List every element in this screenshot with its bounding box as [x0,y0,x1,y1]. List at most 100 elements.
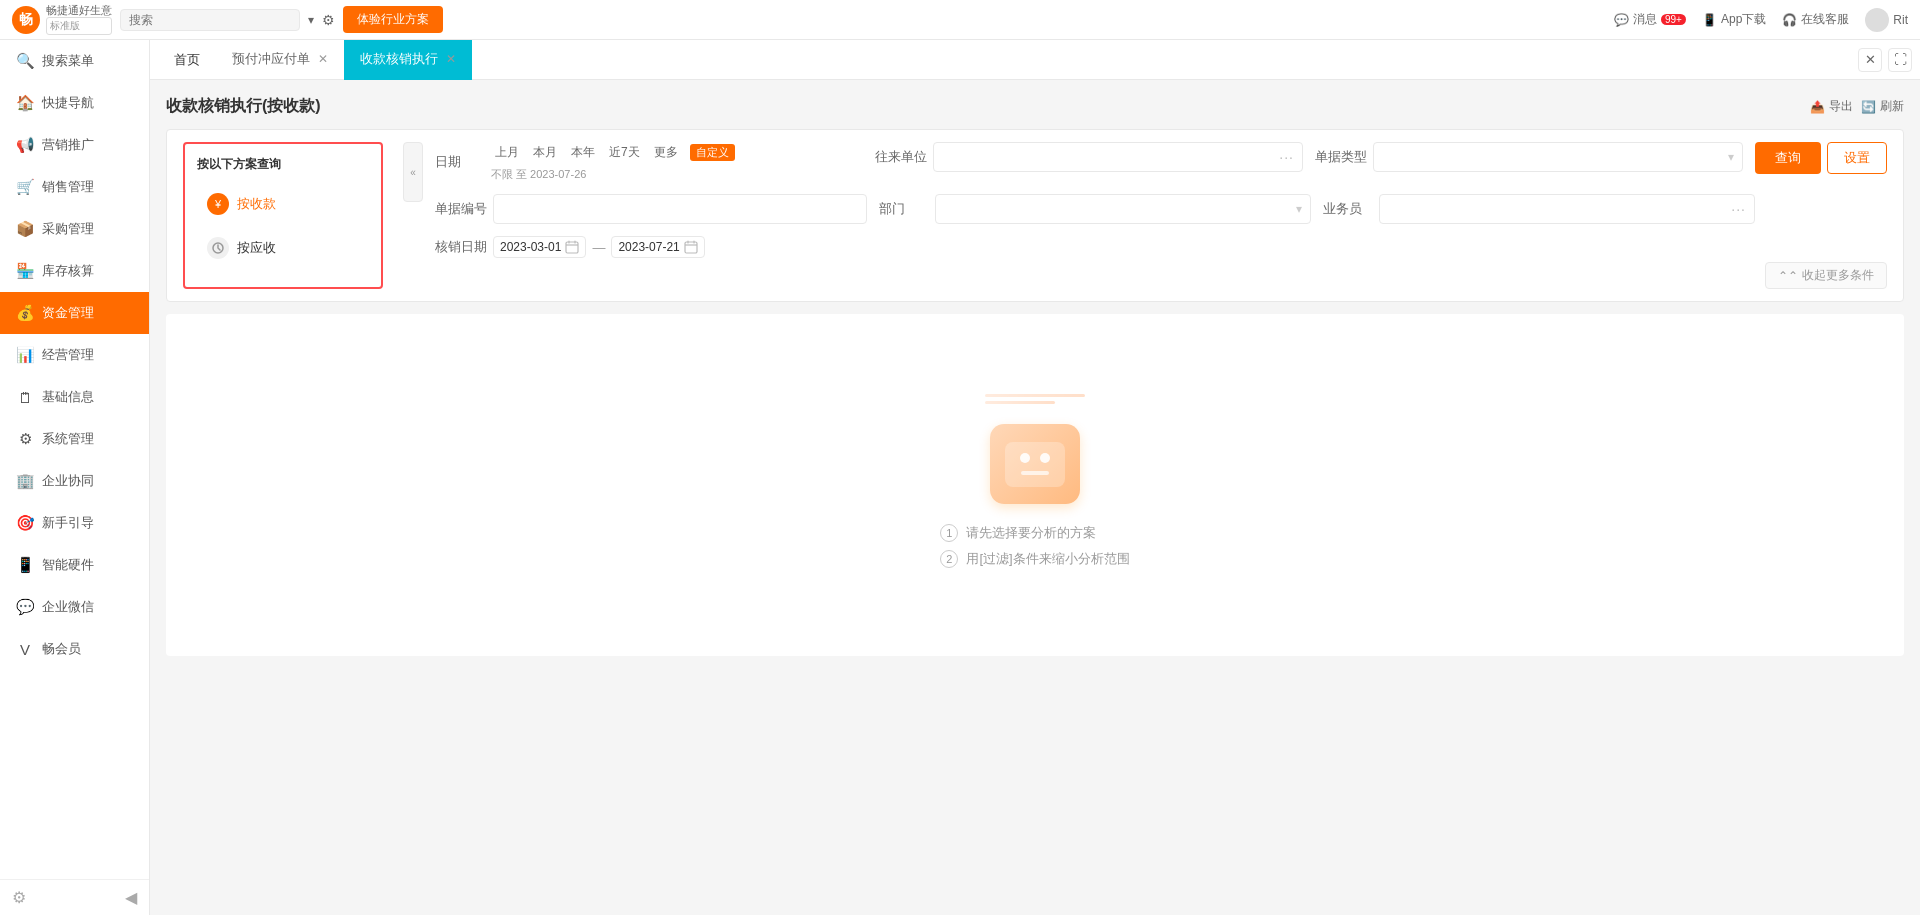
settings-gear-icon[interactable]: ⚙ [322,12,335,28]
calendar-start-icon [565,240,579,254]
search-button[interactable]: 查询 [1755,142,1821,174]
svg-rect-2 [685,242,697,253]
warehouse-icon: 🏪 [16,262,34,280]
tab-prepay[interactable]: 预付冲应付单 ✕ [216,40,344,80]
online-service-button[interactable]: 🎧 在线客服 [1782,11,1849,28]
setting-button[interactable]: 设置 [1827,142,1887,174]
search-dropdown-icon[interactable]: ▾ [308,13,314,27]
message-label: 消息 [1633,11,1657,28]
home-icon: 🏠 [16,94,34,112]
counterpart-dots-icon[interactable]: ··· [1271,149,1302,165]
filter-option-by-receivable[interactable]: 按应收 [197,229,369,267]
sidebar-item-smart-hw[interactable]: 📱 智能硬件 [0,544,149,586]
filter-layout: 按以下方案查询 ¥ 按收款 按应收 [183,142,1887,289]
sidebar-item-base-info[interactable]: 🗒 基础信息 [0,376,149,418]
filter-option-label: 按应收 [237,239,276,257]
sidebar-label: 智能硬件 [42,556,94,574]
robot-eye-left [1020,453,1030,463]
sidebar-item-sys-mgmt[interactable]: ⚙ 系统管理 [0,418,149,460]
building-icon: 🏢 [16,472,34,490]
document-icon: 🗒 [16,389,34,406]
salesperson-field: 业务员 ··· [1323,194,1755,224]
date-last-month[interactable]: 上月 [491,142,523,163]
search-input[interactable] [120,9,300,31]
sidebar-label: 新手引导 [42,514,94,532]
sidebar-item-marketing[interactable]: 📢 营销推广 [0,124,149,166]
industry-solution-button[interactable]: 体验行业方案 [343,6,443,33]
sidebar-label: 基础信息 [42,388,94,406]
vip-icon: V [16,641,34,658]
date-limit-text: 不限 至 2023-07-26 [491,167,735,182]
sidebar-item-member[interactable]: V 畅会员 [0,628,149,670]
department-select[interactable]: ▾ [935,194,1311,224]
logo-badge: 标准版 [46,17,112,35]
salesperson-dots-icon[interactable]: ··· [1723,201,1754,217]
chevron-down-icon: ▾ [1296,202,1302,216]
sidebar-label: 销售管理 [42,178,94,196]
doc-type-field: 单据类型 ▾ [1315,142,1743,172]
refresh-icon: 🔄 [1861,100,1876,114]
robot-mouth [1021,471,1049,475]
tab-writeoff-close-icon[interactable]: ✕ [446,52,456,66]
filter-option-by-receipt[interactable]: ¥ 按收款 [197,185,369,223]
filter-form: 日期 上月 本月 本年 近7天 更多 自定义 [435,142,1887,289]
close-all-tabs-button[interactable]: ✕ [1858,48,1882,72]
receipt-icon: ¥ [207,193,229,215]
counterpart-field: 往来单位 ··· [875,142,1303,172]
collapse-sidebar-icon[interactable]: ◀ [125,888,137,907]
date-custom-tag[interactable]: 自定义 [690,144,735,161]
date-this-month[interactable]: 本月 [529,142,561,163]
doc-no-input[interactable] [493,194,867,224]
sidebar-item-guide[interactable]: 🎯 新手引导 [0,502,149,544]
salesperson-input[interactable]: ··· [1379,194,1755,224]
settings-bottom-icon[interactable]: ⚙ [12,888,26,907]
date-more[interactable]: 更多 [650,142,682,163]
counterpart-input[interactable]: ··· [933,142,1303,172]
refresh-button[interactable]: 🔄 刷新 [1861,98,1904,115]
app-download-button[interactable]: 📱 App下载 [1702,11,1766,28]
date-7days[interactable]: 近7天 [605,142,644,163]
sidebar-item-inventory[interactable]: 🏪 库存核算 [0,250,149,292]
sidebar-item-quick-nav[interactable]: 🏠 快捷导航 [0,82,149,124]
sidebar-label: 采购管理 [42,220,94,238]
logo-text: 畅捷通好生意 [46,4,112,17]
sidebar-item-purchase[interactable]: 📦 采购管理 [0,208,149,250]
export-icon: 📤 [1810,100,1825,114]
filter-row-2: 单据编号 部门 ▾ [435,194,1887,224]
sidebar-item-weixin[interactable]: 💬 企业微信 [0,586,149,628]
sidebar-item-enterprise[interactable]: 🏢 企业协同 [0,460,149,502]
collapse-more-button[interactable]: ⌃⌃ 收起更多条件 [1765,262,1887,289]
user-info[interactable]: Rit [1865,8,1908,32]
robot-body [990,424,1080,504]
tab-writeoff[interactable]: 收款核销执行 ✕ [344,40,472,80]
gear-icon: ⚙ [16,430,34,448]
fullscreen-button[interactable]: ⛶ [1888,48,1912,72]
sidebar-item-search-menu[interactable]: 🔍 搜索菜单 [0,40,149,82]
page-content: 收款核销执行(按收款) 📤 导出 🔄 刷新 按 [150,80,1920,915]
app-download-icon: 📱 [1702,13,1717,27]
doc-type-select[interactable]: ▾ [1373,142,1743,172]
message-button[interactable]: 💬 消息 99+ [1614,11,1686,28]
sidebar-item-business[interactable]: 📊 经营管理 [0,334,149,376]
sidebar-item-finance[interactable]: 💰 资金管理 [0,292,149,334]
date-label: 日期 [435,153,485,171]
filter-actions: 查询 设置 [1755,142,1887,174]
content-area: 首页 预付冲应付单 ✕ 收款核销执行 ✕ ✕ ⛶ 收款核销执行(按收款) [150,40,1920,915]
department-field: 部门 ▾ [879,194,1311,224]
app-logo: 畅 畅捷通好生意 标准版 [12,4,112,35]
sidebar-item-sales[interactable]: 🛒 销售管理 [0,166,149,208]
filter-option-label: 按收款 [237,195,276,213]
sidebar: 🔍 搜索菜单 🏠 快捷导航 📢 营销推广 🛒 销售管理 📦 采购管理 🏪 库存核… [0,40,150,915]
tab-home[interactable]: 首页 [158,40,216,80]
writeoff-date-label: 核销日期 [435,238,487,256]
hardware-icon: 📱 [16,556,34,574]
tab-prepay-close-icon[interactable]: ✕ [318,52,328,66]
date-this-year[interactable]: 本年 [567,142,599,163]
writeoff-date-start-input[interactable]: 2023-03-01 [493,236,586,258]
writeoff-date-field: 核销日期 2023-03-01 — [435,236,705,258]
export-button[interactable]: 📤 导出 [1810,98,1853,115]
filter-collapse-button[interactable]: « [403,142,423,202]
calendar-end-icon [684,240,698,254]
sidebar-bottom: ⚙ ◀ [0,879,149,915]
writeoff-date-end-input[interactable]: 2023-07-21 [611,236,704,258]
